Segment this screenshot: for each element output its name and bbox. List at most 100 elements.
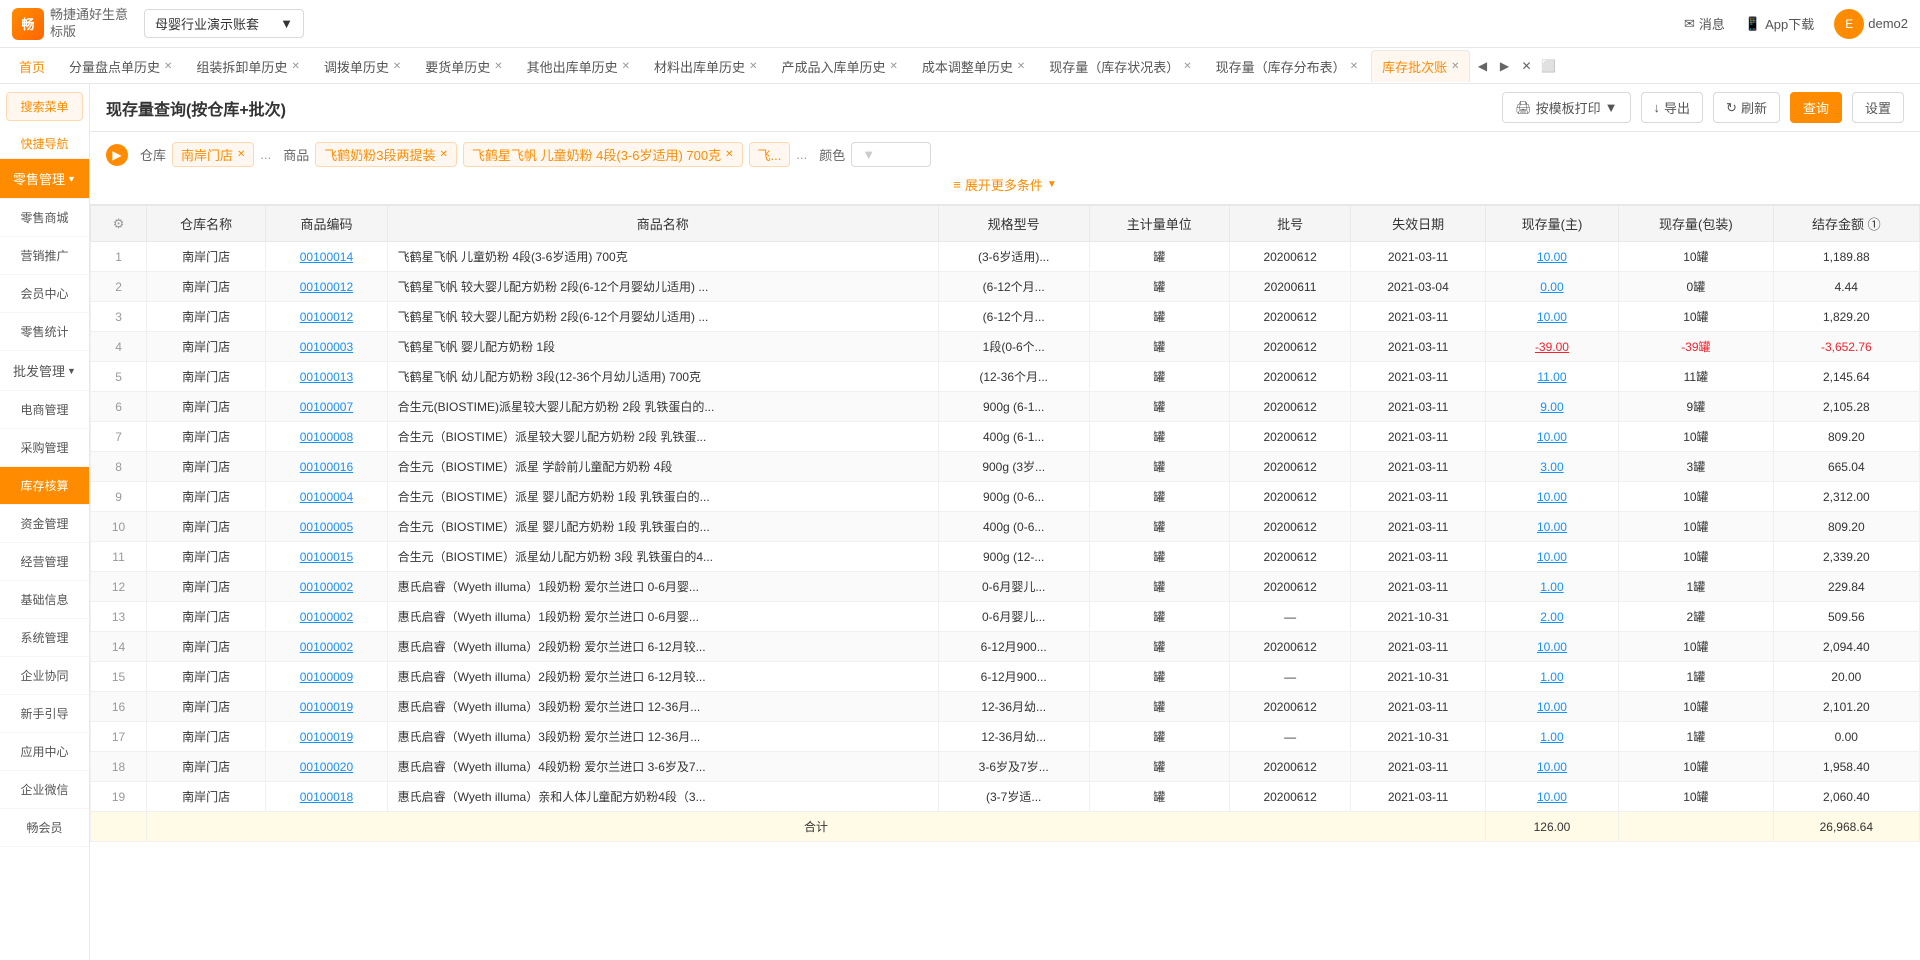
export-button[interactable]: ↓ 导出 bbox=[1641, 92, 1704, 123]
sidebar-item-finance[interactable]: 资金管理 bbox=[0, 505, 89, 543]
sidebar-item-wechat[interactable]: 企业微信 bbox=[0, 771, 89, 809]
row-qty[interactable]: 1.00 bbox=[1485, 572, 1618, 602]
row-code[interactable]: 00100014 bbox=[266, 242, 387, 272]
row-code[interactable]: 00100008 bbox=[266, 422, 387, 452]
goods-tag-1[interactable]: 飞鹤奶粉3段两提装 ✕ bbox=[315, 142, 457, 167]
goods-tag-2-close[interactable]: ✕ bbox=[725, 149, 733, 160]
row-qty[interactable]: 10.00 bbox=[1485, 692, 1618, 722]
row-qty[interactable]: 10.00 bbox=[1485, 512, 1618, 542]
row-qty[interactable]: 1.00 bbox=[1485, 722, 1618, 752]
sidebar-item-retail-mall[interactable]: 零售商城 bbox=[0, 199, 89, 237]
settings-button[interactable]: 设置 bbox=[1852, 92, 1904, 123]
warehouse-more[interactable]: ... bbox=[260, 147, 271, 162]
quick-nav-button[interactable]: 快捷导航 bbox=[0, 129, 89, 159]
row-qty[interactable]: 9.00 bbox=[1485, 392, 1618, 422]
row-qty[interactable]: 0.00 bbox=[1485, 272, 1618, 302]
sidebar-item-system[interactable]: 系统管理 bbox=[0, 619, 89, 657]
row-code[interactable]: 00100018 bbox=[266, 782, 387, 812]
row-qty[interactable]: 10.00 bbox=[1485, 632, 1618, 662]
row-code[interactable]: 00100019 bbox=[266, 692, 387, 722]
tab-close-2[interactable]: ✕ bbox=[291, 61, 299, 72]
row-code[interactable]: 00100016 bbox=[266, 452, 387, 482]
row-code[interactable]: 00100020 bbox=[266, 752, 387, 782]
industry-selector[interactable]: 母婴行业演示账套 ▼ bbox=[144, 9, 304, 38]
row-code[interactable]: 00100003 bbox=[266, 332, 387, 362]
tab-close-11[interactable]: ✕ bbox=[1451, 61, 1459, 72]
tab-tiaobo[interactable]: 调拨单历史 ✕ bbox=[313, 50, 412, 82]
sidebar-item-operations[interactable]: 经营管理 bbox=[0, 543, 89, 581]
row-qty[interactable]: 10.00 bbox=[1485, 752, 1618, 782]
sidebar-item-enterprise[interactable]: 企业协同 bbox=[0, 657, 89, 695]
tab-chanchengpinruku[interactable]: 产成品入库单历史 ✕ bbox=[770, 50, 908, 82]
row-code[interactable]: 00100004 bbox=[266, 482, 387, 512]
tab-qitachuku[interactable]: 其他出库单历史 ✕ bbox=[516, 50, 641, 82]
sidebar-item-retail-management[interactable]: 零售管理 ▼ bbox=[0, 159, 89, 199]
tab-close-all[interactable]: ✕ bbox=[1516, 56, 1536, 76]
row-code[interactable]: 00100009 bbox=[266, 662, 387, 692]
tab-scroll-right[interactable]: ▶ bbox=[1494, 56, 1514, 76]
row-qty[interactable]: 2.00 bbox=[1485, 602, 1618, 632]
row-code[interactable]: 00100007 bbox=[266, 392, 387, 422]
row-qty[interactable]: 10.00 bbox=[1485, 242, 1618, 272]
row-qty[interactable]: -39.00 bbox=[1485, 332, 1618, 362]
col-settings[interactable]: ⚙ bbox=[91, 206, 147, 242]
row-qty[interactable]: 11.00 bbox=[1485, 362, 1618, 392]
row-code[interactable]: 00100019 bbox=[266, 722, 387, 752]
tab-zuzhangchaijian[interactable]: 组装拆卸单历史 ✕ bbox=[185, 50, 310, 82]
goods-more[interactable]: ... bbox=[796, 147, 807, 162]
row-code[interactable]: 00100002 bbox=[266, 632, 387, 662]
tab-home[interactable]: 首页 bbox=[8, 50, 56, 82]
row-qty[interactable]: 10.00 bbox=[1485, 302, 1618, 332]
sidebar-item-purchase[interactable]: 采购管理 bbox=[0, 429, 89, 467]
tab-close-8[interactable]: ✕ bbox=[1017, 61, 1025, 72]
tab-close-3[interactable]: ✕ bbox=[393, 61, 401, 72]
goods-tag-2[interactable]: 飞鹤星飞帆 儿童奶粉 4段(3-6岁适用) 700克 ✕ bbox=[463, 142, 743, 167]
tab-close-5[interactable]: ✕ bbox=[622, 61, 630, 72]
color-dropdown[interactable]: ▼ bbox=[851, 142, 931, 167]
row-qty[interactable]: 10.00 bbox=[1485, 422, 1618, 452]
tab-close-6[interactable]: ✕ bbox=[749, 61, 757, 72]
message-button[interactable]: ✉ 消息 bbox=[1684, 14, 1725, 33]
row-qty[interactable]: 1.00 bbox=[1485, 662, 1618, 692]
tab-xiancunliang-kucun[interactable]: 现存量（库存状况表） ✕ bbox=[1038, 50, 1202, 82]
goods-tag-1-close[interactable]: ✕ bbox=[440, 149, 448, 160]
sidebar-item-wholesale[interactable]: 批发管理 ▼ bbox=[0, 351, 89, 391]
sidebar-item-ecommerce[interactable]: 电商管理 bbox=[0, 391, 89, 429]
sidebar-item-inventory[interactable]: 库存核算 bbox=[0, 467, 89, 505]
row-code[interactable]: 00100002 bbox=[266, 602, 387, 632]
tab-xiancunliang-fenbiao[interactable]: 现存量（库存分布表） ✕ bbox=[1205, 50, 1369, 82]
row-code[interactable]: 00100013 bbox=[266, 362, 387, 392]
tab-maximize[interactable]: ⬜ bbox=[1538, 56, 1558, 76]
query-button[interactable]: 查询 bbox=[1790, 92, 1842, 123]
row-qty[interactable]: 3.00 bbox=[1485, 452, 1618, 482]
sidebar-item-retail-stats[interactable]: 零售统计 bbox=[0, 313, 89, 351]
row-code[interactable]: 00100012 bbox=[266, 272, 387, 302]
tab-close-4[interactable]: ✕ bbox=[494, 61, 502, 72]
row-code[interactable]: 00100005 bbox=[266, 512, 387, 542]
sidebar-item-guide[interactable]: 新手引导 bbox=[0, 695, 89, 733]
user-profile[interactable]: E demo2 bbox=[1834, 9, 1908, 39]
app-download-button[interactable]: 📱 App下载 bbox=[1745, 14, 1814, 33]
sidebar-item-basic-info[interactable]: 基础信息 bbox=[0, 581, 89, 619]
refresh-button[interactable]: ↻ 刷新 bbox=[1713, 92, 1780, 123]
sidebar-item-member-center[interactable]: 会员中心 bbox=[0, 275, 89, 313]
sidebar-item-app-center[interactable]: 应用中心 bbox=[0, 733, 89, 771]
row-code[interactable]: 00100012 bbox=[266, 302, 387, 332]
tab-close-10[interactable]: ✕ bbox=[1350, 61, 1358, 72]
tab-close-1[interactable]: ✕ bbox=[164, 61, 172, 72]
tab-close-7[interactable]: ✕ bbox=[889, 61, 897, 72]
expand-more-conditions[interactable]: ≡ 展开更多条件 ▼ bbox=[953, 175, 1057, 194]
tab-fenliangpandian[interactable]: 分量盘点单历史 ✕ bbox=[58, 50, 183, 82]
filter-collapse-arrow[interactable]: ▶ bbox=[106, 144, 128, 166]
sidebar-item-marketing[interactable]: 营销推广 bbox=[0, 237, 89, 275]
row-qty[interactable]: 10.00 bbox=[1485, 542, 1618, 572]
tab-cailiaochuku[interactable]: 材料出库单历史 ✕ bbox=[643, 50, 768, 82]
tab-pici-active[interactable]: 库存批次账 ✕ bbox=[1371, 50, 1470, 82]
tab-scroll-left[interactable]: ◀ bbox=[1472, 56, 1492, 76]
row-qty[interactable]: 10.00 bbox=[1485, 482, 1618, 512]
goods-tag-more[interactable]: 飞... bbox=[749, 142, 791, 167]
warehouse-tag-nananyuan[interactable]: 南岸门店 ✕ bbox=[172, 142, 254, 167]
warehouse-tag-close[interactable]: ✕ bbox=[237, 149, 245, 160]
row-qty[interactable]: 10.00 bbox=[1485, 782, 1618, 812]
row-code[interactable]: 00100015 bbox=[266, 542, 387, 572]
